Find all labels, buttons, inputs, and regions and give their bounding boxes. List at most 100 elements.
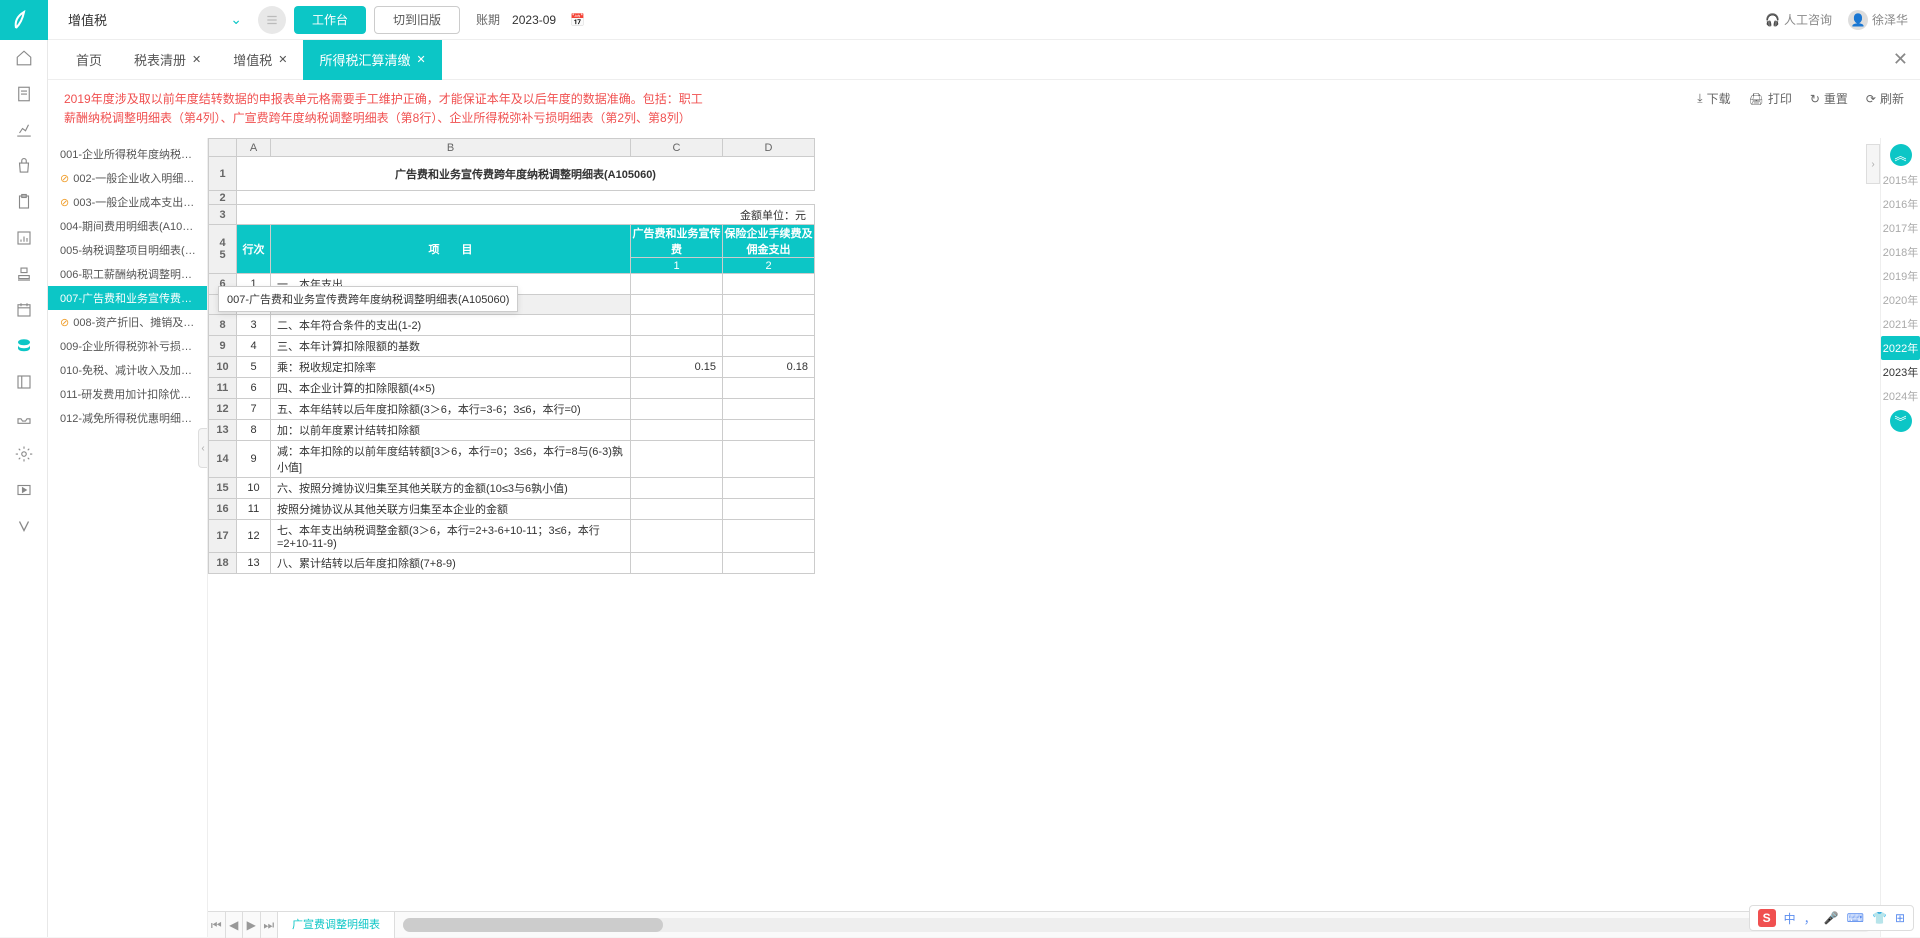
- ime-lang[interactable]: 中: [1784, 910, 1796, 927]
- tax-type-select[interactable]: 增值税 ⌄: [60, 6, 250, 34]
- year-scroll-up[interactable]: ︽: [1890, 144, 1912, 166]
- form-item-1[interactable]: ⊘002-一般企业收入明细表(A...: [48, 166, 207, 190]
- period-label: 账期: [476, 11, 500, 28]
- tab-0[interactable]: 首页: [60, 40, 118, 80]
- download-button[interactable]: ⤓下载: [1697, 90, 1730, 107]
- nav-report-icon[interactable]: [0, 220, 48, 256]
- tab-close-icon[interactable]: ✕: [192, 53, 201, 66]
- row-header[interactable]: 17: [209, 520, 237, 553]
- row-header[interactable]: 9: [209, 336, 237, 357]
- spreadsheet[interactable]: ABCD 1广告费和业务宣传费跨年度纳税调整明细表(A105060) 2 3金额…: [208, 138, 1880, 911]
- old-version-button[interactable]: 切到旧版: [374, 6, 460, 34]
- sheet-title: 广告费和业务宣传费跨年度纳税调整明细表(A105060): [237, 157, 815, 191]
- print-button[interactable]: 🖨打印: [1749, 90, 1792, 107]
- form-item-9[interactable]: 010-免税、减计收入及加计...: [48, 358, 207, 382]
- nav-chart-icon[interactable]: [0, 112, 48, 148]
- nav-v-icon[interactable]: [0, 508, 48, 544]
- sheet-nav-last[interactable]: ⏭: [261, 912, 279, 938]
- close-all-tabs-button[interactable]: ✕: [1893, 49, 1908, 70]
- year-2016年[interactable]: 2016年: [1883, 192, 1918, 216]
- row-header[interactable]: 10: [209, 357, 237, 378]
- tab-3[interactable]: 所得税汇算清缴✕: [303, 40, 441, 80]
- form-item-4[interactable]: 005-纳税调整项目明细表(A1...: [48, 238, 207, 262]
- collapse-sidebar-button[interactable]: ‹: [198, 428, 208, 468]
- year-2024年[interactable]: 2024年: [1883, 384, 1918, 408]
- nav-video-icon[interactable]: [0, 472, 48, 508]
- form-item-6[interactable]: 007-广告费和业务宣传费跨...: [48, 286, 207, 310]
- ime-skin-icon[interactable]: 👕: [1872, 911, 1887, 925]
- form-item-7[interactable]: ⊘008-资产折旧、摊销及纳税...: [48, 310, 207, 334]
- ime-punct[interactable]: ，: [1804, 910, 1816, 927]
- year-2022年[interactable]: 2022年: [1881, 336, 1920, 360]
- tab-2[interactable]: 增值税✕: [217, 40, 303, 80]
- reset-button[interactable]: ↻重置: [1810, 90, 1848, 107]
- nav-archive-icon[interactable]: [0, 364, 48, 400]
- col-header-c[interactable]: C: [631, 139, 723, 157]
- year-scroll-down[interactable]: ︾: [1890, 410, 1912, 432]
- form-item-8[interactable]: 009-企业所得税弥补亏损明...: [48, 334, 207, 358]
- menu-toggle-button[interactable]: [258, 6, 286, 34]
- user-menu[interactable]: 👤徐泽华: [1848, 10, 1908, 30]
- col-header-d[interactable]: D: [723, 139, 815, 157]
- nav-tax-icon[interactable]: [0, 328, 48, 364]
- chevron-down-icon: ⌄: [230, 11, 242, 28]
- year-2021年[interactable]: 2021年: [1883, 312, 1918, 336]
- tabbar: 首页税表清册✕增值税✕所得税汇算清缴✕ ✕: [48, 40, 1920, 80]
- period-value[interactable]: 2023-09: [512, 13, 556, 27]
- nav-home-icon[interactable]: [0, 40, 48, 76]
- nav-calendar-icon[interactable]: [0, 292, 48, 328]
- warn-icon: ⊘: [60, 172, 69, 185]
- sheet-nav-prev[interactable]: ◀: [226, 912, 244, 938]
- row-header[interactable]: 11: [209, 378, 237, 399]
- print-icon: 🖨: [1749, 92, 1764, 106]
- sheet-tab[interactable]: 广宣费调整明细表: [278, 912, 395, 938]
- tax-type-label: 增值税: [68, 10, 107, 29]
- ime-keyboard-icon[interactable]: ⌨: [1847, 911, 1864, 925]
- year-2023年[interactable]: 2023年: [1883, 360, 1918, 384]
- tab-1[interactable]: 税表清册✕: [118, 40, 217, 80]
- row-header[interactable]: 14: [209, 441, 237, 478]
- form-item-10[interactable]: 011-研发费用加计扣除优惠...: [48, 382, 207, 406]
- support-link[interactable]: 🎧人工咨询: [1765, 11, 1832, 28]
- year-2019年[interactable]: 2019年: [1883, 264, 1918, 288]
- row-header[interactable]: 8: [209, 315, 237, 336]
- row-header[interactable]: 16: [209, 499, 237, 520]
- row-header[interactable]: 12: [209, 399, 237, 420]
- refresh-button[interactable]: ⟳刷新: [1866, 90, 1904, 107]
- workbench-button[interactable]: 工作台: [294, 6, 366, 34]
- year-2017年[interactable]: 2017年: [1883, 216, 1918, 240]
- form-item-0[interactable]: 001-企业所得税年度纳税申...: [48, 142, 207, 166]
- form-list: 001-企业所得税年度纳税申...⊘002-一般企业收入明细表(A...⊘003…: [48, 138, 208, 937]
- form-item-3[interactable]: 004-期间费用明细表(A1040...: [48, 214, 207, 238]
- refresh-icon: ⟳: [1866, 92, 1876, 106]
- sheet-nav-first[interactable]: ⏮: [208, 912, 226, 938]
- ime-grid-icon[interactable]: ⊞: [1895, 911, 1905, 925]
- nav-bag-icon[interactable]: [0, 148, 48, 184]
- row-header[interactable]: 13: [209, 420, 237, 441]
- form-item-5[interactable]: 006-职工薪酬纳税调整明细...: [48, 262, 207, 286]
- nav-settings-icon[interactable]: [0, 436, 48, 472]
- col-header-b[interactable]: B: [271, 139, 631, 157]
- nav-stamp-icon[interactable]: [0, 256, 48, 292]
- expand-panel-button[interactable]: ›: [1866, 144, 1880, 184]
- tab-close-icon[interactable]: ✕: [278, 53, 287, 66]
- nav-clipboard-icon[interactable]: [0, 184, 48, 220]
- form-item-11[interactable]: 012-减免所得税优惠明细表(...: [48, 406, 207, 430]
- notice-text: 2019年度涉及取以前年度结转数据的申报表单元格需要手工维护正确，才能保证本年及…: [64, 90, 704, 128]
- row-header[interactable]: 18: [209, 553, 237, 574]
- calendar-icon[interactable]: 📅: [570, 13, 585, 27]
- header-rownum: 行次: [237, 225, 271, 274]
- ime-mic-icon[interactable]: 🎤: [1824, 911, 1839, 925]
- ime-logo-icon[interactable]: S: [1758, 909, 1776, 927]
- nav-doc-icon[interactable]: [0, 76, 48, 112]
- sheet-nav-next[interactable]: ▶: [243, 912, 261, 938]
- year-2015年[interactable]: 2015年: [1883, 168, 1918, 192]
- form-item-2[interactable]: ⊘003-一般企业成本支出明细...: [48, 190, 207, 214]
- col-header-a[interactable]: A: [237, 139, 271, 157]
- row-header[interactable]: 15: [209, 478, 237, 499]
- horizontal-scrollbar[interactable]: [395, 912, 1880, 938]
- year-2020年[interactable]: 2020年: [1883, 288, 1918, 312]
- year-2018年[interactable]: 2018年: [1883, 240, 1918, 264]
- nav-inbox-icon[interactable]: [0, 400, 48, 436]
- tab-close-icon[interactable]: ✕: [417, 53, 426, 66]
